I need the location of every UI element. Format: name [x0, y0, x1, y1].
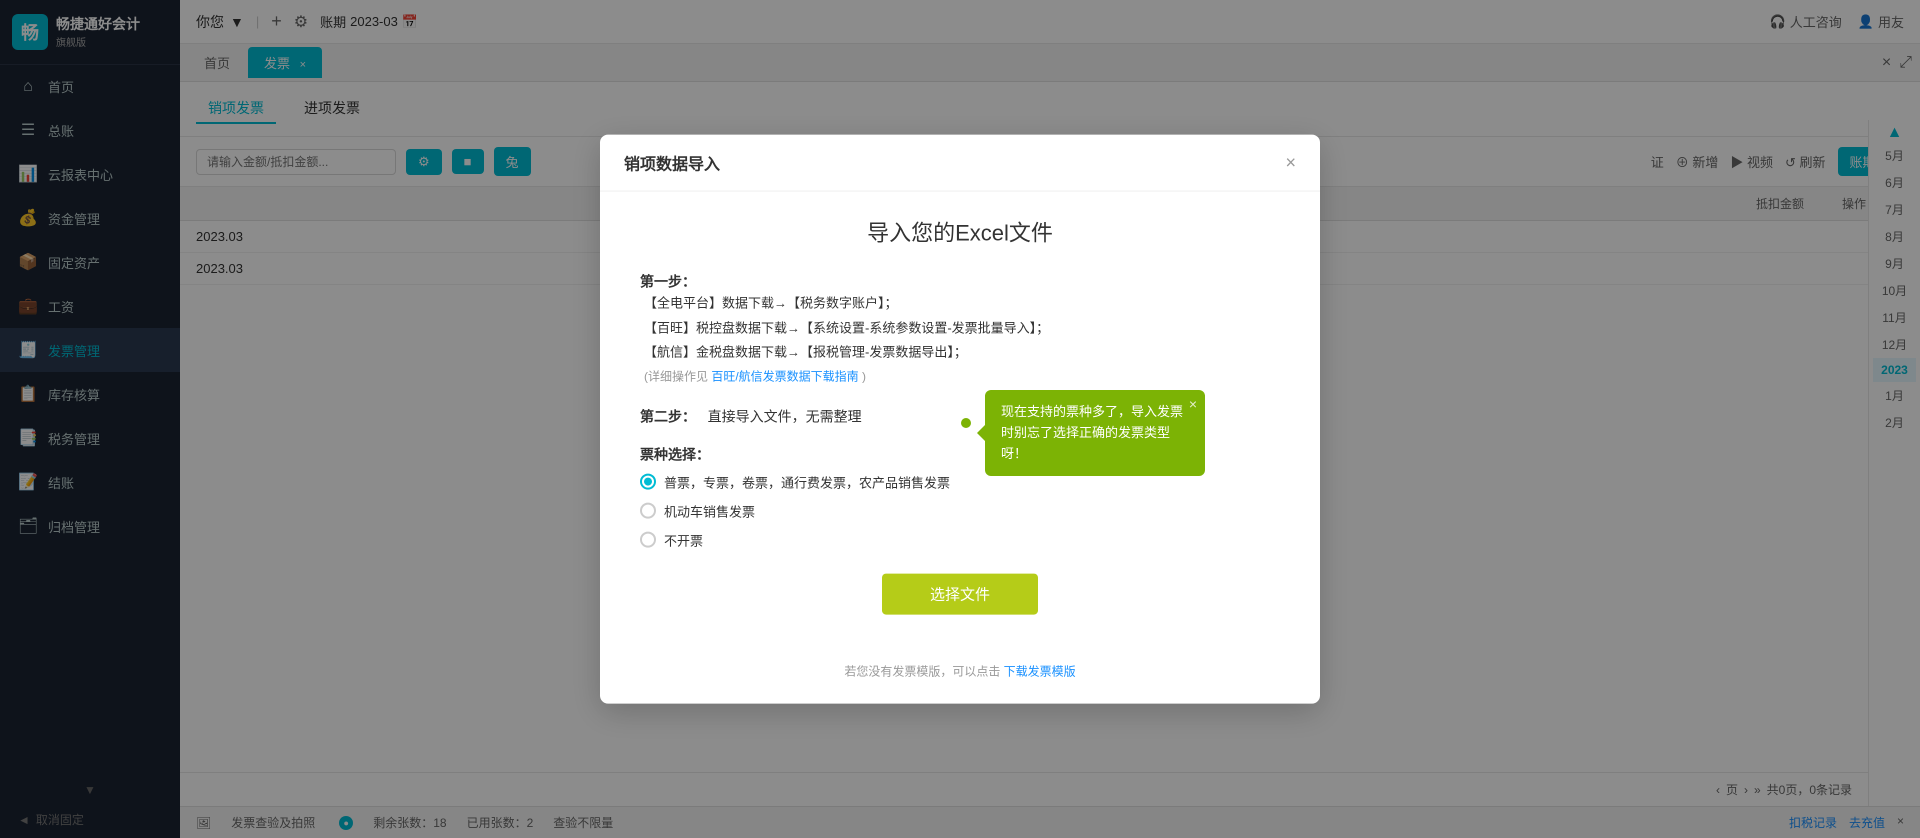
radio-general-label: 普票，专票，卷票，通行费发票，农产品销售发票	[664, 472, 950, 491]
radio-motor-circle	[640, 503, 656, 519]
step1-label: 第一步：	[640, 274, 696, 290]
step1-line3: 【航信】金税盘数据下载→【报税管理-发票数据导出】；	[644, 341, 1280, 366]
modal-body: 导入您的Excel文件 第一步： 【全电平台】数据下载→【税务数字账户】； 【百…	[600, 192, 1320, 663]
guide-link[interactable]: 百旺/航信发票数据下载指南	[711, 370, 858, 384]
modal-import-title: 导入您的Excel文件	[640, 216, 1280, 248]
import-modal: 销项数据导入 × 导入您的Excel文件 第一步： 【全电平台】数据下载→【税务…	[600, 135, 1320, 704]
radio-general-circle	[640, 474, 656, 490]
step1-line1: 【全电平台】数据下载→【税务数字账户】；	[644, 292, 1280, 317]
ticket-select-label: 票种选择：	[640, 446, 710, 462]
radio-group: 普票，专票，卷票，通行费发票，农产品销售发票 机动车销售发票 不开票	[640, 472, 1280, 549]
radio-motor[interactable]: 机动车销售发票	[640, 501, 1280, 520]
radio-notissued-label: 不开票	[664, 530, 703, 549]
step1-line2: 【百旺】税控盘数据下载→【系统设置-系统参数设置-发票批量导入】；	[644, 316, 1280, 341]
step1-hint: (详细操作见 百旺/航信发票数据下载指南 )	[644, 366, 1280, 389]
tooltip-bubble: × 现在支持的票种多了，导入发票时别忘了选择正确的发票类型呀！	[985, 390, 1205, 476]
modal-title: 销项数据导入	[624, 151, 720, 175]
step-one: 第一步： 【全电平台】数据下载→【税务数字账户】； 【百旺】税控盘数据下载→【系…	[640, 272, 1280, 389]
download-template-link[interactable]: 下载发票模版	[1004, 664, 1076, 678]
radio-notissued[interactable]: 不开票	[640, 530, 1280, 549]
step1-content: 【全电平台】数据下载→【税务数字账户】； 【百旺】税控盘数据下载→【系统设置-系…	[640, 292, 1280, 389]
select-file-button[interactable]: 选择文件	[882, 573, 1038, 614]
modal-close-button[interactable]: ×	[1285, 152, 1296, 173]
step2-label: 第二步：	[640, 408, 696, 424]
radio-notissued-circle	[640, 532, 656, 548]
tooltip-dot	[961, 418, 971, 428]
radio-motor-label: 机动车销售发票	[664, 501, 755, 520]
step2-content: 直接导入文件，无需整理	[708, 408, 862, 424]
tooltip-close-button[interactable]: ×	[1189, 396, 1197, 412]
tooltip-text: 现在支持的票种多了，导入发票时别忘了选择正确的发票类型呀！	[1001, 404, 1183, 461]
modal-footer: 若您没有发票模版，可以点击 下载发票模版	[600, 662, 1320, 703]
modal-header: 销项数据导入 ×	[600, 135, 1320, 192]
